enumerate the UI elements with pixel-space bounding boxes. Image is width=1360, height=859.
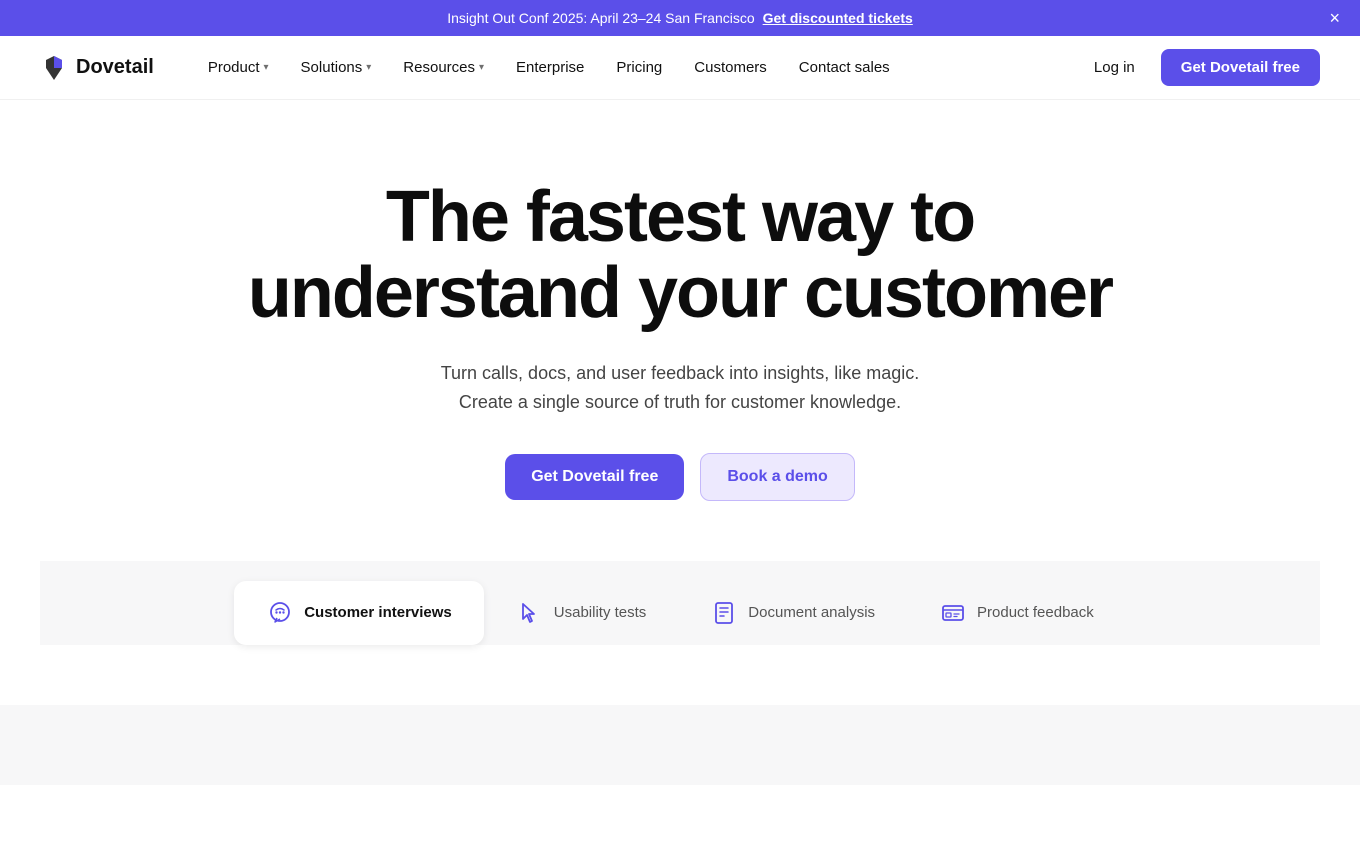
nav-item-customers[interactable]: Customers — [680, 51, 781, 84]
nav-item-contact-sales[interactable]: Contact sales — [785, 51, 904, 84]
document-icon — [710, 599, 738, 627]
hero-get-free-button[interactable]: Get Dovetail free — [505, 454, 684, 500]
banner-close-button[interactable]: × — [1329, 9, 1340, 27]
nav-item-enterprise[interactable]: Enterprise — [502, 51, 598, 84]
feedback-icon — [939, 599, 967, 627]
hero-book-demo-button[interactable]: Book a demo — [700, 453, 854, 501]
tab-usability-tests-label: Usability tests — [554, 604, 647, 621]
chevron-down-icon: ▾ — [479, 62, 484, 73]
banner-text: Insight Out Conf 2025: April 23–24 San F… — [447, 10, 754, 26]
logo-text: Dovetail — [76, 56, 154, 79]
main-nav: Dovetail Product ▾ Solutions ▾ Resources… — [0, 36, 1360, 100]
nav-links: Product ▾ Solutions ▾ Resources ▾ Enterp… — [194, 51, 1080, 84]
chat-icon — [266, 599, 294, 627]
tab-document-analysis-label: Document analysis — [748, 604, 875, 621]
dovetail-logo-icon — [40, 54, 68, 82]
get-dovetail-free-nav-button[interactable]: Get Dovetail free — [1161, 49, 1320, 86]
use-cases-section: Customer interviews Usability tests Docu… — [40, 561, 1320, 645]
banner-link[interactable]: Get discounted tickets — [763, 10, 913, 26]
tab-document-analysis[interactable]: Document analysis — [678, 581, 907, 645]
bottom-strip — [0, 705, 1360, 785]
login-button[interactable]: Log in — [1080, 51, 1149, 84]
nav-actions: Log in Get Dovetail free — [1080, 49, 1320, 86]
use-cases-tabs: Customer interviews Usability tests Docu… — [40, 581, 1320, 645]
nav-item-product[interactable]: Product ▾ — [194, 51, 283, 84]
tab-usability-tests[interactable]: Usability tests — [484, 581, 679, 645]
nav-item-pricing[interactable]: Pricing — [602, 51, 676, 84]
logo[interactable]: Dovetail — [40, 54, 154, 82]
chevron-down-icon: ▾ — [264, 62, 269, 73]
tab-customer-interviews[interactable]: Customer interviews — [234, 581, 484, 645]
hero-cta: Get Dovetail free Book a demo — [505, 453, 855, 501]
tab-product-feedback[interactable]: Product feedback — [907, 581, 1126, 645]
hero-subtitle: Turn calls, docs, and user feedback into… — [441, 359, 920, 417]
hero-section: The fastest way to understand your custo… — [0, 100, 1360, 705]
hero-title: The fastest way to understand your custo… — [248, 180, 1112, 331]
cursor-icon — [516, 599, 544, 627]
announcement-banner: Insight Out Conf 2025: April 23–24 San F… — [0, 0, 1360, 36]
nav-item-resources[interactable]: Resources ▾ — [389, 51, 498, 84]
tab-product-feedback-label: Product feedback — [977, 604, 1094, 621]
nav-item-solutions[interactable]: Solutions ▾ — [287, 51, 386, 84]
tab-customer-interviews-label: Customer interviews — [304, 604, 452, 621]
chevron-down-icon: ▾ — [366, 62, 371, 73]
